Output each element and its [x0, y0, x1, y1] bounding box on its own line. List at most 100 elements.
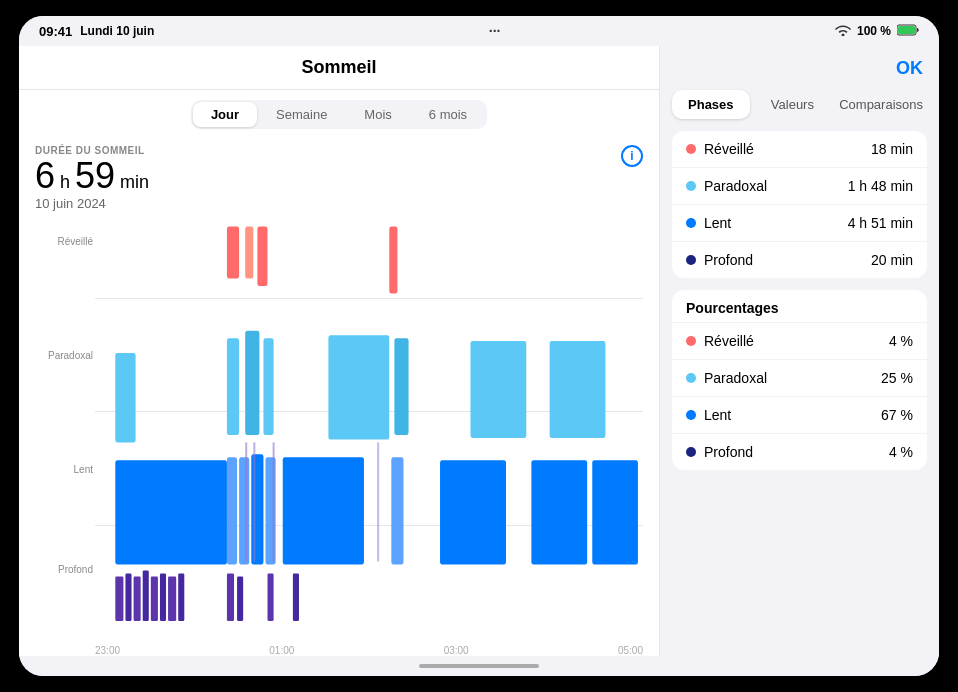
sleep-date: 10 juin 2024	[35, 196, 643, 211]
stat-row-profond: Profond 20 min	[672, 241, 927, 278]
lent-block-6	[283, 457, 364, 564]
lent-block-3	[239, 457, 249, 564]
stat-row-lent: Lent 4 h 51 min	[672, 204, 927, 241]
stat-value-reveille: 18 min	[871, 141, 913, 157]
phases-section: Réveillé 18 min Paradoxal 1 h 48 min Len…	[672, 131, 927, 278]
awake-block-1	[227, 226, 239, 278]
pct-value-profond: 4 %	[889, 444, 913, 460]
ok-button[interactable]: OK	[896, 58, 923, 79]
tab-mois[interactable]: Mois	[346, 102, 409, 127]
lent-block-1	[115, 460, 227, 564]
pct-name-lent: Lent	[704, 407, 881, 423]
tab-semaine[interactable]: Semaine	[258, 102, 345, 127]
sleep-hours: 6	[35, 155, 55, 196]
profond-block-3	[134, 576, 141, 621]
stat-name-paradoxal: Paradoxal	[704, 178, 848, 194]
pct-name-profond: Profond	[704, 444, 889, 460]
paradoxal-block-8	[550, 341, 606, 438]
svg-rect-3	[245, 442, 247, 561]
pct-row-paradoxal: Paradoxal 25 %	[672, 359, 927, 396]
profond-block-11	[268, 573, 274, 621]
svg-rect-6	[377, 442, 379, 561]
home-indicator	[19, 656, 939, 676]
tab-jour[interactable]: Jour	[193, 102, 257, 127]
profond-block-1	[115, 576, 123, 621]
status-time: 09:41	[39, 24, 72, 39]
tab-comparaisons[interactable]: Comparaisons	[835, 90, 927, 119]
stat-name-profond: Profond	[704, 252, 871, 268]
pct-dot-paradoxal	[686, 373, 696, 383]
profond-block-4	[143, 570, 149, 621]
home-bar	[419, 664, 539, 668]
pct-dot-lent	[686, 410, 696, 420]
stage-label-paradoxal: Paradoxal	[35, 350, 93, 361]
tab-6mois[interactable]: 6 mois	[411, 102, 485, 127]
pct-dot-reveille	[686, 336, 696, 346]
awake-block-2	[245, 226, 253, 278]
paradoxal-block-5	[328, 335, 389, 439]
stat-row-reveille: Réveillé 18 min	[672, 131, 927, 167]
stat-name-reveille: Réveillé	[704, 141, 871, 157]
lent-block-4	[251, 454, 263, 564]
time-label-05: 05:00	[618, 645, 643, 656]
lent-block-9	[531, 460, 587, 564]
right-header: OK	[660, 46, 939, 90]
pct-row-lent: Lent 67 %	[672, 396, 927, 433]
battery-percent: 100 %	[857, 24, 891, 38]
app-title-bar: Sommeil	[19, 46, 659, 90]
profond-block-2	[125, 573, 131, 621]
stage-label-lent: Lent	[35, 464, 93, 475]
chart-area: DURÉE DU SOMMEIL 6 h 59 min 10 juin 2024…	[19, 137, 659, 656]
pct-row-profond: Profond 4 %	[672, 433, 927, 470]
pourcentages-section: Pourcentages Réveillé 4 % Paradoxal 25 %…	[672, 290, 927, 470]
wifi-icon	[835, 24, 851, 39]
tab-valeurs[interactable]: Valeurs	[754, 90, 832, 119]
time-label-23: 23:00	[95, 645, 120, 656]
sleep-chart-svg	[95, 219, 643, 636]
paradoxal-block-7	[470, 341, 526, 438]
profond-block-7	[168, 576, 176, 621]
status-right: 100 %	[835, 24, 919, 39]
svg-rect-4	[253, 442, 255, 561]
awake-block-3	[257, 226, 267, 286]
pct-value-reveille: 4 %	[889, 333, 913, 349]
awake-block-4	[389, 226, 397, 293]
period-selector: Jour Semaine Mois 6 mois	[19, 90, 659, 137]
lent-block-2	[227, 457, 237, 564]
paradoxal-block-3	[245, 331, 259, 435]
sleep-minutes: 59	[75, 155, 115, 196]
period-tabs: Jour Semaine Mois 6 mois	[191, 100, 487, 129]
paradoxal-block-6	[394, 338, 408, 435]
sleep-duration-label: DURÉE DU SOMMEIL	[35, 145, 643, 156]
stat-value-lent: 4 h 51 min	[848, 215, 913, 231]
stat-value-profond: 20 min	[871, 252, 913, 268]
lent-block-8	[440, 460, 506, 564]
device-frame: 09:41 Lundi 10 juin ··· 100 % Sommeil	[19, 16, 939, 676]
profond-block-5	[151, 576, 158, 621]
stat-row-paradoxal: Paradoxal 1 h 48 min	[672, 167, 927, 204]
left-panel: Sommeil Jour Semaine Mois 6 mois DURÉE D…	[19, 46, 659, 656]
main-content: Sommeil Jour Semaine Mois 6 mois DURÉE D…	[19, 46, 939, 656]
pct-row-reveille: Réveillé 4 %	[672, 322, 927, 359]
stage-label-profond: Profond	[35, 564, 93, 575]
dot-lent	[686, 218, 696, 228]
time-axis: 23:00 01:00 03:00 05:00	[95, 636, 643, 656]
battery-icon	[897, 24, 919, 39]
stat-name-lent: Lent	[704, 215, 848, 231]
paradoxal-block-1	[115, 353, 135, 442]
time-label-03: 03:00	[444, 645, 469, 656]
svg-rect-2	[898, 26, 915, 34]
sleep-duration-value: 6 h 59 min	[35, 158, 643, 194]
ellipsis-icon: ···	[489, 23, 501, 39]
dot-reveille	[686, 144, 696, 154]
info-icon[interactable]: i	[621, 145, 643, 167]
profond-block-12	[293, 573, 299, 621]
stage-label-reveille: Réveillé	[35, 236, 93, 247]
chart-canvas	[95, 219, 643, 636]
tab-phases[interactable]: Phases	[672, 90, 750, 119]
stage-chart: Réveillé Paradoxal Lent Profond	[35, 219, 643, 656]
pct-name-reveille: Réveillé	[704, 333, 889, 349]
right-panel: OK Phases Valeurs Comparaisons Réveillé …	[659, 46, 939, 656]
profond-block-8	[178, 573, 184, 621]
pct-value-lent: 67 %	[881, 407, 913, 423]
